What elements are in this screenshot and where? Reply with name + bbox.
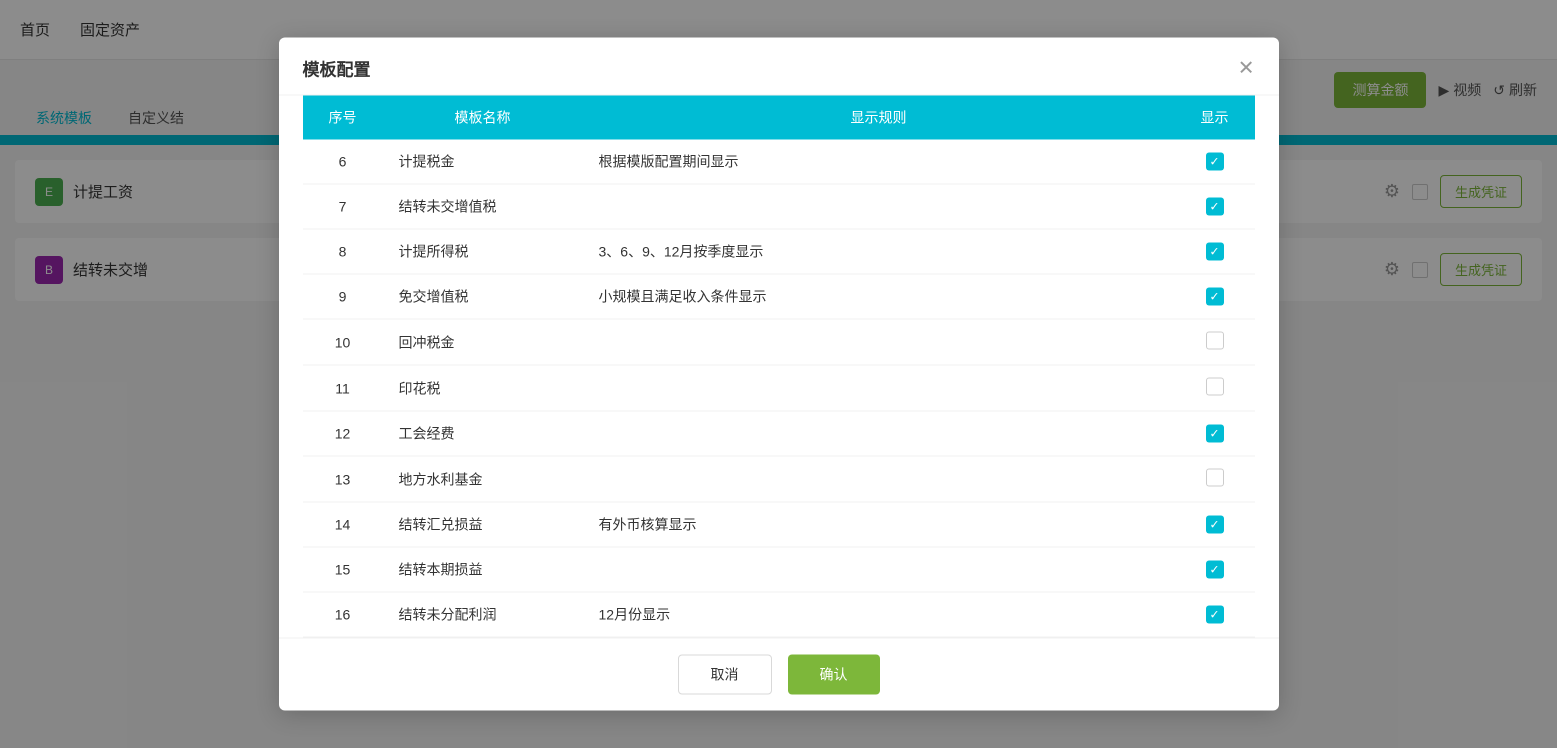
row-id: 11	[303, 365, 383, 411]
row-id: 6	[303, 140, 383, 185]
row-rule	[583, 411, 1175, 456]
modal-template-config: 模板配置 ✕ 序号 模板名称 显示规则 显示 6计提税金根据模版配置期间显示✓7…	[279, 38, 1279, 711]
row-rule: 有外币核算显示	[583, 502, 1175, 547]
cancel-button[interactable]: 取消	[678, 655, 772, 695]
row-id: 10	[303, 319, 383, 365]
row-rule	[583, 319, 1175, 365]
modal-close-button[interactable]: ✕	[1238, 58, 1255, 78]
table-row: 9免交增值税小规模且满足收入条件显示 ✓	[303, 274, 1255, 319]
row-checkbox[interactable]: ✓	[1206, 425, 1224, 443]
row-display: ✓	[1175, 184, 1255, 229]
confirm-button[interactable]: 确认	[788, 655, 880, 695]
row-name: 结转汇兑损益	[383, 502, 583, 547]
col-id: 序号	[303, 96, 383, 140]
row-rule	[583, 456, 1175, 502]
row-checkbox[interactable]: ✓	[1206, 243, 1224, 261]
modal-header: 模板配置 ✕	[279, 38, 1279, 96]
table-body: 6计提税金根据模版配置期间显示✓7结转未交增值税✓8计提所得税3、6、9、12月…	[303, 140, 1255, 638]
row-name: 地方水利基金	[383, 456, 583, 502]
row-display: ✓	[1175, 592, 1255, 637]
row-display: ✓	[1175, 547, 1255, 592]
row-rule: 12月份显示	[583, 592, 1175, 637]
row-rule	[583, 547, 1175, 592]
table-row: 13地方水利基金	[303, 456, 1255, 502]
row-id: 15	[303, 547, 383, 592]
table-row: 8计提所得税3、6、9、12月按季度显示 ✓	[303, 229, 1255, 274]
row-id: 8	[303, 229, 383, 274]
table-header: 序号 模板名称 显示规则 显示	[303, 96, 1255, 140]
row-display: ✓	[1175, 411, 1255, 456]
row-id: 12	[303, 411, 383, 456]
row-checkbox[interactable]	[1206, 469, 1224, 487]
row-display: ✓	[1175, 140, 1255, 185]
modal-title: 模板配置	[303, 56, 371, 81]
row-rule: 小规模且满足收入条件显示	[583, 274, 1175, 319]
row-rule	[583, 365, 1175, 411]
row-checkbox[interactable]: ✓	[1206, 516, 1224, 534]
row-name: 印花税	[383, 365, 583, 411]
row-checkbox[interactable]: ✓	[1206, 153, 1224, 171]
row-checkbox[interactable]	[1206, 332, 1224, 350]
table-row: 15结转本期损益 ✓	[303, 547, 1255, 592]
row-display	[1175, 365, 1255, 411]
table-row: 11印花税	[303, 365, 1255, 411]
row-checkbox[interactable]: ✓	[1206, 288, 1224, 306]
row-id: 14	[303, 502, 383, 547]
row-id: 9	[303, 274, 383, 319]
config-table: 序号 模板名称 显示规则 显示 6计提税金根据模版配置期间显示✓7结转未交增值税…	[303, 96, 1255, 638]
row-name: 结转未分配利润	[383, 592, 583, 637]
row-id: 16	[303, 592, 383, 637]
row-rule: 3、6、9、12月按季度显示	[583, 229, 1175, 274]
row-id: 7	[303, 184, 383, 229]
row-display: ✓	[1175, 502, 1255, 547]
row-rule	[583, 184, 1175, 229]
col-display: 显示	[1175, 96, 1255, 140]
row-name: 免交增值税	[383, 274, 583, 319]
row-name: 结转本期损益	[383, 547, 583, 592]
row-name: 工会经费	[383, 411, 583, 456]
row-checkbox[interactable]: ✓	[1206, 561, 1224, 579]
row-rule: 根据模版配置期间显示	[583, 140, 1175, 185]
modal-body: 序号 模板名称 显示规则 显示 6计提税金根据模版配置期间显示✓7结转未交增值税…	[279, 96, 1279, 638]
row-name: 计提所得税	[383, 229, 583, 274]
row-display	[1175, 456, 1255, 502]
row-display: ✓	[1175, 274, 1255, 319]
col-name: 模板名称	[383, 96, 583, 140]
row-name: 计提税金	[383, 140, 583, 185]
row-checkbox[interactable]: ✓	[1206, 606, 1224, 624]
row-name: 结转未交增值税	[383, 184, 583, 229]
table-row: 7结转未交增值税 ✓	[303, 184, 1255, 229]
table-row: 6计提税金根据模版配置期间显示 ✓	[303, 140, 1255, 185]
row-checkbox[interactable]	[1206, 378, 1224, 396]
row-display	[1175, 319, 1255, 365]
table-row: 14结转汇兑损益有外币核算显示 ✓	[303, 502, 1255, 547]
row-id: 13	[303, 456, 383, 502]
row-name: 回冲税金	[383, 319, 583, 365]
table-row: 12工会经费 ✓	[303, 411, 1255, 456]
row-display: ✓	[1175, 229, 1255, 274]
table-row: 16结转未分配利润12月份显示 ✓	[303, 592, 1255, 637]
col-rule: 显示规则	[583, 96, 1175, 140]
modal-footer: 取消 确认	[279, 638, 1279, 711]
row-checkbox[interactable]: ✓	[1206, 198, 1224, 216]
table-row: 10回冲税金	[303, 319, 1255, 365]
